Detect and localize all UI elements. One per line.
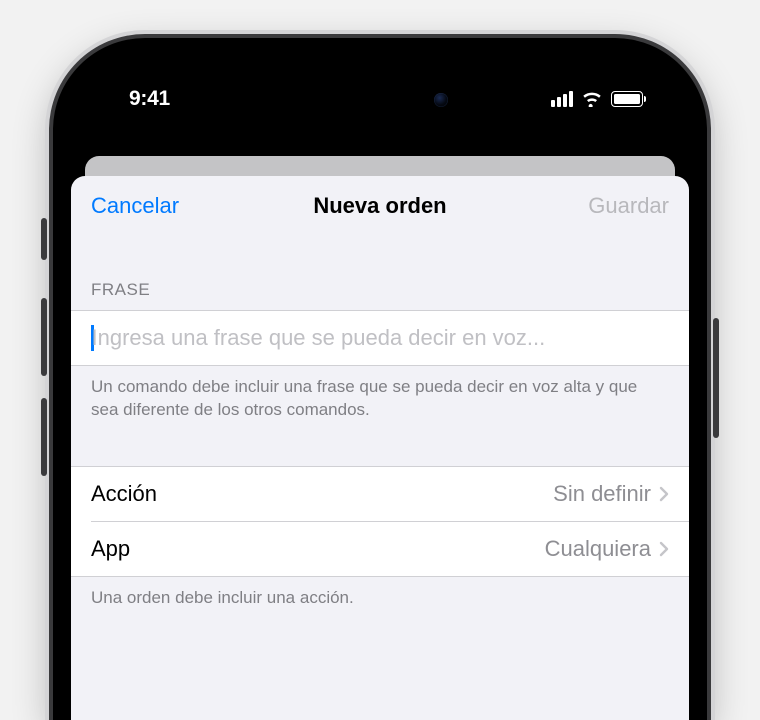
action-label: Acción (91, 481, 553, 507)
app-value: Cualquiera (545, 536, 651, 562)
cancel-button[interactable]: Cancelar (91, 193, 179, 219)
nav-bar: Cancelar Nueva orden Guardar (71, 176, 689, 236)
front-camera-icon (434, 93, 448, 107)
phrase-section-header: FRASE (71, 236, 689, 310)
power-button (713, 318, 719, 438)
screen: 9:41 Cancelar Nueva orden Guardar FRASE … (71, 56, 689, 720)
phone-frame: 9:41 Cancelar Nueva orden Guardar FRASE … (53, 38, 707, 720)
action-footer: Una orden debe incluir una acción. (71, 577, 689, 610)
volume-down-button (41, 398, 47, 476)
cellular-icon (551, 91, 573, 107)
action-value: Sin definir (553, 481, 651, 507)
save-button[interactable]: Guardar (588, 193, 669, 219)
wifi-icon (581, 91, 603, 107)
volume-up-button (41, 298, 47, 376)
chevron-right-icon (659, 486, 669, 502)
app-label: App (91, 536, 545, 562)
modal-sheet: Cancelar Nueva orden Guardar FRASE Ingre… (71, 176, 689, 720)
status-indicators (551, 91, 653, 107)
chevron-right-icon (659, 541, 669, 557)
side-button (41, 218, 47, 260)
action-row[interactable]: Acción Sin definir (71, 467, 689, 521)
app-row[interactable]: App Cualquiera (91, 521, 689, 576)
battery-icon (611, 91, 643, 107)
phrase-placeholder: Ingresa una frase que se pueda decir en … (92, 325, 546, 351)
dynamic-island (290, 78, 470, 122)
phrase-input[interactable]: Ingresa una frase que se pueda decir en … (71, 310, 689, 366)
status-time: 9:41 (107, 87, 170, 111)
settings-group: Acción Sin definir App Cualquiera (71, 466, 689, 577)
phrase-footer: Un comando debe incluir una frase que se… (71, 366, 689, 422)
